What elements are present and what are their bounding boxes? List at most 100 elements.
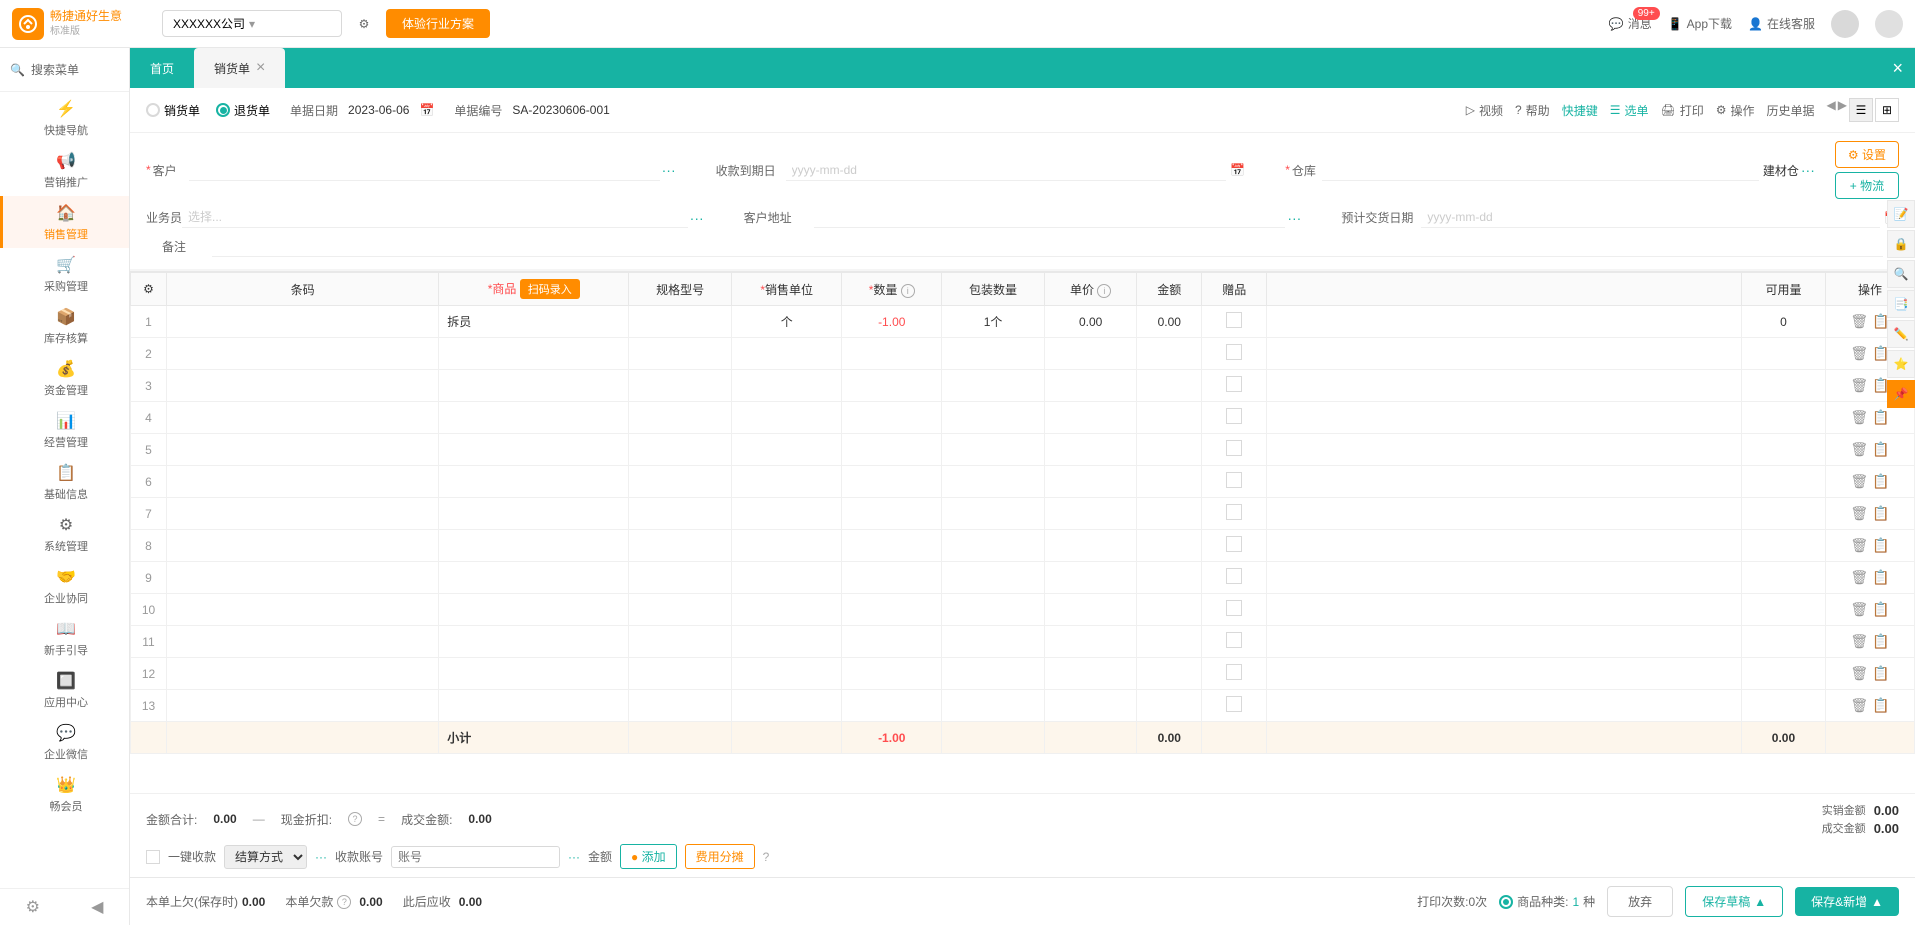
barcode-cell[interactable] — [167, 402, 439, 434]
unit-cell[interactable] — [732, 594, 842, 626]
unit-price-cell[interactable] — [1045, 562, 1137, 594]
copy-icon[interactable]: 📋 — [1872, 569, 1889, 586]
gift-cell[interactable] — [1202, 530, 1267, 562]
spec-cell[interactable] — [629, 690, 732, 722]
delete-icon[interactable]: 🗑 — [1850, 313, 1868, 330]
tab-sales-order[interactable]: 销货单 × — [194, 48, 285, 88]
sidebar-item-quick-nav[interactable]: ⚡ 快捷导航 — [0, 92, 129, 144]
copy-icon[interactable]: 📋 — [1872, 665, 1889, 682]
pkg-qty-cell[interactable] — [942, 402, 1045, 434]
barcode-input-3[interactable] — [175, 411, 430, 425]
product-cell[interactable] — [439, 562, 629, 594]
amount-cell[interactable] — [1137, 626, 1202, 658]
th-settings[interactable]: ⚙ — [131, 273, 167, 306]
settings-bottom-icon[interactable]: ⚙ — [26, 897, 40, 917]
spec-cell[interactable] — [629, 402, 732, 434]
gift-checkbox[interactable] — [1226, 600, 1242, 616]
unit-price-cell[interactable] — [1045, 530, 1137, 562]
unit-price-cell[interactable] — [1045, 690, 1137, 722]
qty-cell[interactable] — [842, 370, 942, 402]
barcode-cell[interactable] — [167, 338, 439, 370]
amount-cell[interactable] — [1137, 690, 1202, 722]
amount-cell[interactable] — [1137, 370, 1202, 402]
qty-info-icon[interactable]: i — [901, 284, 915, 298]
copy-icon[interactable]: 📋 — [1872, 601, 1889, 618]
unit-cell[interactable] — [732, 562, 842, 594]
action-history[interactable]: 历史单据 — [1767, 102, 1815, 119]
gift-cell[interactable] — [1202, 306, 1267, 338]
prev-icon[interactable]: ◀ — [1827, 98, 1836, 122]
unit-price-cell[interactable] — [1045, 594, 1137, 626]
layout-btn-list[interactable]: ☰ — [1849, 98, 1873, 122]
delete-icon[interactable]: 🗑 — [1850, 665, 1868, 682]
salesperson-dots[interactable]: ··· — [690, 210, 704, 226]
spec-cell[interactable] — [629, 530, 732, 562]
save-draft-button[interactable]: 保存草稿 ▲ — [1685, 886, 1783, 917]
user-avatar[interactable] — [1831, 10, 1859, 38]
unit-cell[interactable] — [732, 338, 842, 370]
save-new-button[interactable]: 保存&新增 ▲ — [1795, 887, 1899, 916]
qty-cell[interactable] — [842, 402, 942, 434]
unit-price-cell[interactable] — [1045, 338, 1137, 370]
expense-button[interactable]: 费用分摊 — [685, 844, 755, 869]
spec-cell[interactable] — [629, 466, 732, 498]
settlement-dots[interactable]: ··· — [315, 850, 327, 864]
gift-checkbox[interactable] — [1226, 472, 1242, 488]
pkg-qty-cell[interactable] — [942, 466, 1045, 498]
product-cell[interactable] — [439, 626, 629, 658]
warehouse-dots[interactable]: ··· — [1801, 162, 1815, 178]
barcode-cell[interactable] — [167, 530, 439, 562]
pkg-qty-cell[interactable] — [942, 338, 1045, 370]
sidebar-item-management[interactable]: 📊 经营管理 — [0, 404, 129, 456]
trial-button[interactable]: 体验行业方案 — [386, 9, 490, 38]
product-cell[interactable] — [439, 658, 629, 690]
delete-icon[interactable]: 🗑 — [1850, 697, 1868, 714]
product-type-radio[interactable] — [1499, 895, 1513, 909]
unit-cell[interactable] — [732, 370, 842, 402]
product-cell[interactable] — [439, 370, 629, 402]
spec-cell[interactable] — [629, 434, 732, 466]
action-video[interactable]: ▷ 视频 — [1466, 102, 1503, 119]
amount-cell[interactable] — [1137, 562, 1202, 594]
delete-icon[interactable]: 🗑 — [1850, 537, 1868, 554]
gift-checkbox[interactable] — [1226, 568, 1242, 584]
addr-dots[interactable]: ··· — [1287, 210, 1301, 226]
sidebar-item-member[interactable]: 👑 畅会员 — [0, 768, 129, 820]
delete-icon[interactable]: 🗑 — [1850, 377, 1868, 394]
sidebar-item-guide[interactable]: 📖 新手引导 — [0, 612, 129, 664]
barcode-cell[interactable] — [167, 626, 439, 658]
radio-return-order[interactable]: 退货单 — [216, 102, 270, 119]
product-cell[interactable] — [439, 338, 629, 370]
salesperson-input[interactable] — [182, 207, 688, 228]
pkg-qty-cell[interactable]: 1个 — [942, 306, 1045, 338]
tab-home[interactable]: 首页 — [130, 48, 194, 88]
sidebar-item-weixin[interactable]: 💬 企业微信 — [0, 716, 129, 768]
amount-cell[interactable] — [1137, 498, 1202, 530]
message-button[interactable]: 💬 消息 99+ — [1609, 15, 1652, 32]
barcode-input-12[interactable] — [175, 699, 430, 713]
unit-price-cell[interactable] — [1045, 402, 1137, 434]
sidebar-item-sales[interactable]: 🏠 销售管理 — [0, 196, 129, 248]
product-cell[interactable] — [439, 498, 629, 530]
unit-cell[interactable] — [732, 402, 842, 434]
unit-cell[interactable] — [732, 434, 842, 466]
sidebar-item-app-center[interactable]: 🔲 应用中心 — [0, 664, 129, 716]
gift-cell[interactable] — [1202, 434, 1267, 466]
amount-cell[interactable] — [1137, 658, 1202, 690]
payment-due-input[interactable] — [786, 160, 1227, 181]
expected-date-input[interactable] — [1421, 207, 1880, 228]
unit-price-cell[interactable] — [1045, 626, 1137, 658]
add-button[interactable]: ● 添加 — [620, 844, 677, 869]
pkg-qty-cell[interactable] — [942, 434, 1045, 466]
amount-cell[interactable] — [1137, 402, 1202, 434]
tab-close-all[interactable]: × — [1892, 58, 1915, 79]
payment-calendar-icon[interactable]: 📅 — [1230, 163, 1245, 177]
sidebar-item-system[interactable]: ⚙ 系统管理 — [0, 508, 129, 560]
float-btn-1[interactable]: 📝 — [1887, 200, 1915, 228]
action-help[interactable]: ? 帮助 — [1515, 102, 1550, 119]
delete-icon[interactable]: 🗑 — [1850, 505, 1868, 522]
barcode-cell[interactable] — [167, 562, 439, 594]
pkg-qty-cell[interactable] — [942, 498, 1045, 530]
amount-cell[interactable] — [1137, 466, 1202, 498]
copy-icon[interactable]: 📋 — [1872, 537, 1889, 554]
